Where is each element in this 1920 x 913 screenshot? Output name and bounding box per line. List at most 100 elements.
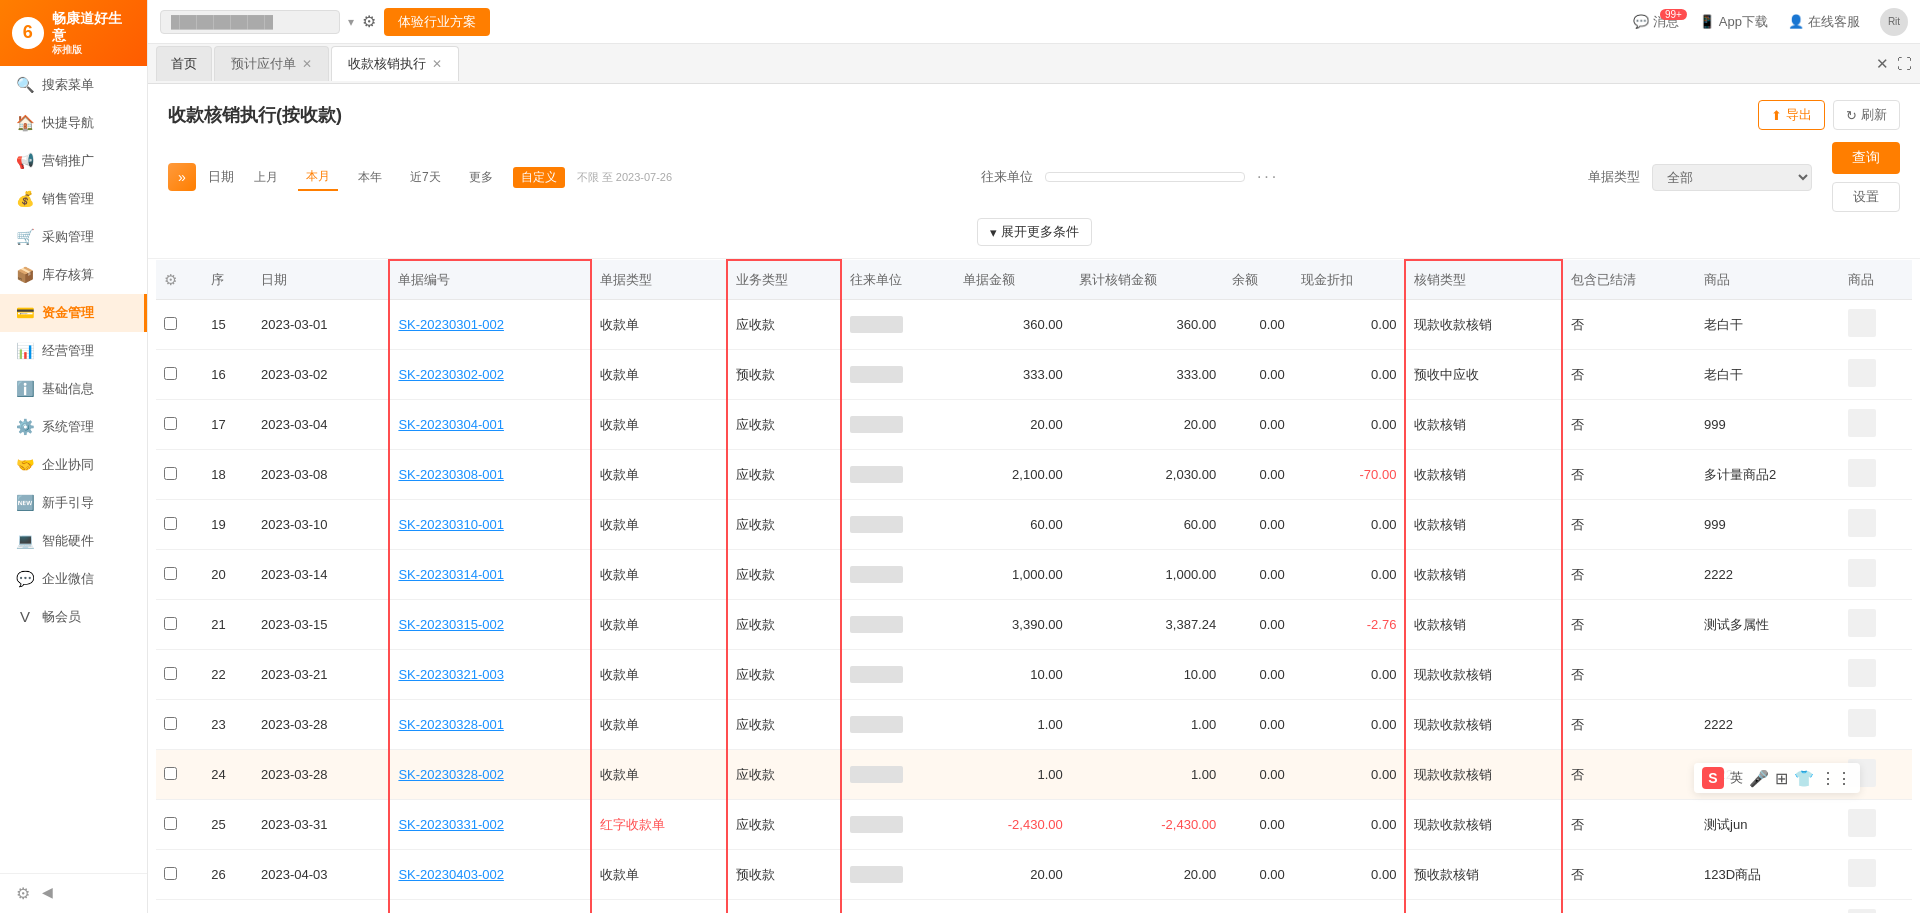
solution-button[interactable]: 体验行业方案 bbox=[384, 8, 490, 36]
row-checkbox[interactable] bbox=[156, 750, 203, 800]
date-this-month-btn[interactable]: 本月 bbox=[298, 164, 338, 191]
collection-tab-close[interactable]: ✕ bbox=[432, 57, 442, 71]
sidebar-item-marketing[interactable]: 📢营销推广 bbox=[0, 142, 147, 180]
row-include-settled: 否 bbox=[1562, 300, 1696, 350]
export-button[interactable]: ⬆ 导出 bbox=[1758, 100, 1825, 130]
query-button[interactable]: 查询 bbox=[1832, 142, 1900, 174]
row-checkbox[interactable] bbox=[156, 500, 203, 550]
row-cancel-type: 现款收款核销 bbox=[1405, 900, 1562, 914]
tab-home[interactable]: 首页 bbox=[156, 46, 212, 81]
sidebar-item-finance[interactable]: 💳资金管理 bbox=[0, 294, 147, 332]
order-link[interactable]: SK-20230321-003 bbox=[398, 667, 504, 682]
close-window-icon[interactable]: ✕ bbox=[1876, 55, 1889, 73]
order-link[interactable]: SK-20230314-001 bbox=[398, 567, 504, 582]
order-link[interactable]: SK-20230310-001 bbox=[398, 517, 504, 532]
date-custom-btn[interactable]: 自定义 bbox=[513, 167, 565, 188]
maximize-icon[interactable]: ⛶ bbox=[1897, 55, 1912, 72]
receipt-type-select[interactable]: 全部 收款单 红字收款单 bbox=[1652, 164, 1812, 191]
sidebar-label-shortcut: 快捷导航 bbox=[42, 114, 94, 132]
row-checkbox[interactable] bbox=[156, 300, 203, 350]
brand-s-icon: S bbox=[1702, 767, 1724, 789]
row-checkbox[interactable] bbox=[156, 800, 203, 850]
row-date: 2023-04-08 bbox=[253, 900, 389, 914]
sidebar-item-hardware[interactable]: 💻智能硬件 bbox=[0, 522, 147, 560]
table-row: 24 2023-03-28 SK-20230328-002 收款单 应收款 ██… bbox=[156, 750, 1912, 800]
grid-icon[interactable]: ⊞ bbox=[1775, 769, 1788, 788]
row-checkbox[interactable] bbox=[156, 850, 203, 900]
table-row: 21 2023-03-15 SK-20230315-002 收款单 应收款 ██… bbox=[156, 600, 1912, 650]
system-icon: ⚙️ bbox=[16, 418, 34, 436]
date-last-month-btn[interactable]: 上月 bbox=[246, 165, 286, 190]
row-order-type: 收款单 bbox=[591, 750, 727, 800]
mic-icon[interactable]: 🎤 bbox=[1749, 769, 1769, 788]
expand-more-row: ▾ 展开更多条件 bbox=[168, 218, 1900, 246]
row-num: 27 bbox=[203, 900, 253, 914]
row-partner: ████ bbox=[841, 350, 955, 400]
online-service-button[interactable]: 👤 在线客服 bbox=[1788, 13, 1860, 31]
partner-input[interactable] bbox=[1045, 172, 1245, 182]
sidebar-item-basic[interactable]: ℹ️基础信息 bbox=[0, 370, 147, 408]
user-avatar[interactable]: Rit bbox=[1880, 8, 1908, 36]
settings-filter-button[interactable]: 设置 bbox=[1832, 182, 1900, 212]
order-link[interactable]: SK-20230301-002 bbox=[398, 317, 504, 332]
row-checkbox[interactable] bbox=[156, 450, 203, 500]
prepay-tab-close[interactable]: ✕ bbox=[302, 57, 312, 71]
main-content: ████████████ ▾ ⚙ 体验行业方案 💬 消息 99+ 📱 App下载… bbox=[148, 0, 1920, 913]
logo-sub: 标推版 bbox=[52, 44, 135, 56]
sidebar-item-inventory[interactable]: 📦库存核算 bbox=[0, 256, 147, 294]
date-more-btn[interactable]: 更多 bbox=[461, 165, 501, 190]
row-cancel-type: 现款收款核销 bbox=[1405, 750, 1562, 800]
row-checkbox[interactable] bbox=[156, 700, 203, 750]
row-checkbox[interactable] bbox=[156, 400, 203, 450]
row-checkbox[interactable] bbox=[156, 350, 203, 400]
shirt-icon[interactable]: 👕 bbox=[1794, 769, 1814, 788]
sidebar-item-member[interactable]: V畅会员 bbox=[0, 598, 147, 636]
date-this-year-btn[interactable]: 本年 bbox=[350, 165, 390, 190]
message-button[interactable]: 💬 消息 99+ bbox=[1633, 13, 1679, 31]
tab-collection[interactable]: 收款核销执行 ✕ bbox=[331, 46, 459, 81]
settings-gear-icon[interactable]: ⚙ bbox=[362, 12, 376, 31]
sidebar-item-guide[interactable]: 🆕新手引导 bbox=[0, 484, 147, 522]
col-settings[interactable]: ⚙ bbox=[156, 260, 203, 300]
sidebar-item-sales[interactable]: 💰销售管理 bbox=[0, 180, 147, 218]
app-download-button[interactable]: 📱 App下载 bbox=[1699, 13, 1768, 31]
order-link[interactable]: SK-20230304-001 bbox=[398, 417, 504, 432]
sidebar-item-operation[interactable]: 📊经营管理 bbox=[0, 332, 147, 370]
table-row: 25 2023-03-31 SK-20230331-002 红字收款单 应收款 … bbox=[156, 800, 1912, 850]
partner-dots[interactable]: ··· bbox=[1257, 168, 1279, 186]
settings-icon[interactable]: ⚙ bbox=[16, 884, 30, 903]
row-checkbox[interactable] bbox=[156, 900, 203, 914]
collapse-icon[interactable]: ◀ bbox=[42, 884, 53, 903]
tabbar: 首页 预计应付单 ✕ 收款核销执行 ✕ ✕ ⛶ bbox=[148, 44, 1920, 84]
order-link[interactable]: SK-20230403-002 bbox=[398, 867, 504, 882]
row-checkbox[interactable] bbox=[156, 550, 203, 600]
sidebar-item-search[interactable]: 🔍搜索菜单 bbox=[0, 66, 147, 104]
tab-prepay[interactable]: 预计应付单 ✕ bbox=[214, 46, 329, 81]
order-link[interactable]: SK-20230315-002 bbox=[398, 617, 504, 632]
row-date: 2023-03-14 bbox=[253, 550, 389, 600]
order-link[interactable]: SK-20230302-002 bbox=[398, 367, 504, 382]
sidebar-item-corp[interactable]: 🤝企业协同 bbox=[0, 446, 147, 484]
sidebar-item-shortcut[interactable]: 🏠快捷导航 bbox=[0, 104, 147, 142]
sidebar-item-purchase[interactable]: 🛒采购管理 bbox=[0, 218, 147, 256]
row-amount: 3,390.00 bbox=[955, 600, 1071, 650]
date-7days-btn[interactable]: 近7天 bbox=[402, 165, 449, 190]
more-icon[interactable]: ⋮⋮ bbox=[1820, 769, 1852, 788]
sidebar-item-system[interactable]: ⚙️系统管理 bbox=[0, 408, 147, 446]
row-checkbox[interactable] bbox=[156, 600, 203, 650]
order-link[interactable]: SK-20230331-002 bbox=[398, 817, 504, 832]
order-link[interactable]: SK-20230308-001 bbox=[398, 467, 504, 482]
row-checkbox[interactable] bbox=[156, 650, 203, 700]
row-discount: 0.00 bbox=[1293, 350, 1406, 400]
refresh-button[interactable]: ↻ 刷新 bbox=[1833, 100, 1900, 130]
expand-more-button[interactable]: ▾ 展开更多条件 bbox=[977, 218, 1092, 246]
dropdown-icon[interactable]: ▾ bbox=[348, 15, 354, 29]
row-order-no: SK-20230321-003 bbox=[389, 650, 591, 700]
order-link[interactable]: SK-20230328-002 bbox=[398, 767, 504, 782]
address-bar[interactable]: ████████████ bbox=[160, 10, 340, 34]
row-num: 15 bbox=[203, 300, 253, 350]
order-link[interactable]: SK-20230328-001 bbox=[398, 717, 504, 732]
row-cancel-type: 收款核销 bbox=[1405, 550, 1562, 600]
filter-toggle-button[interactable]: » bbox=[168, 163, 196, 191]
sidebar-item-wechat[interactable]: 💬企业微信 bbox=[0, 560, 147, 598]
